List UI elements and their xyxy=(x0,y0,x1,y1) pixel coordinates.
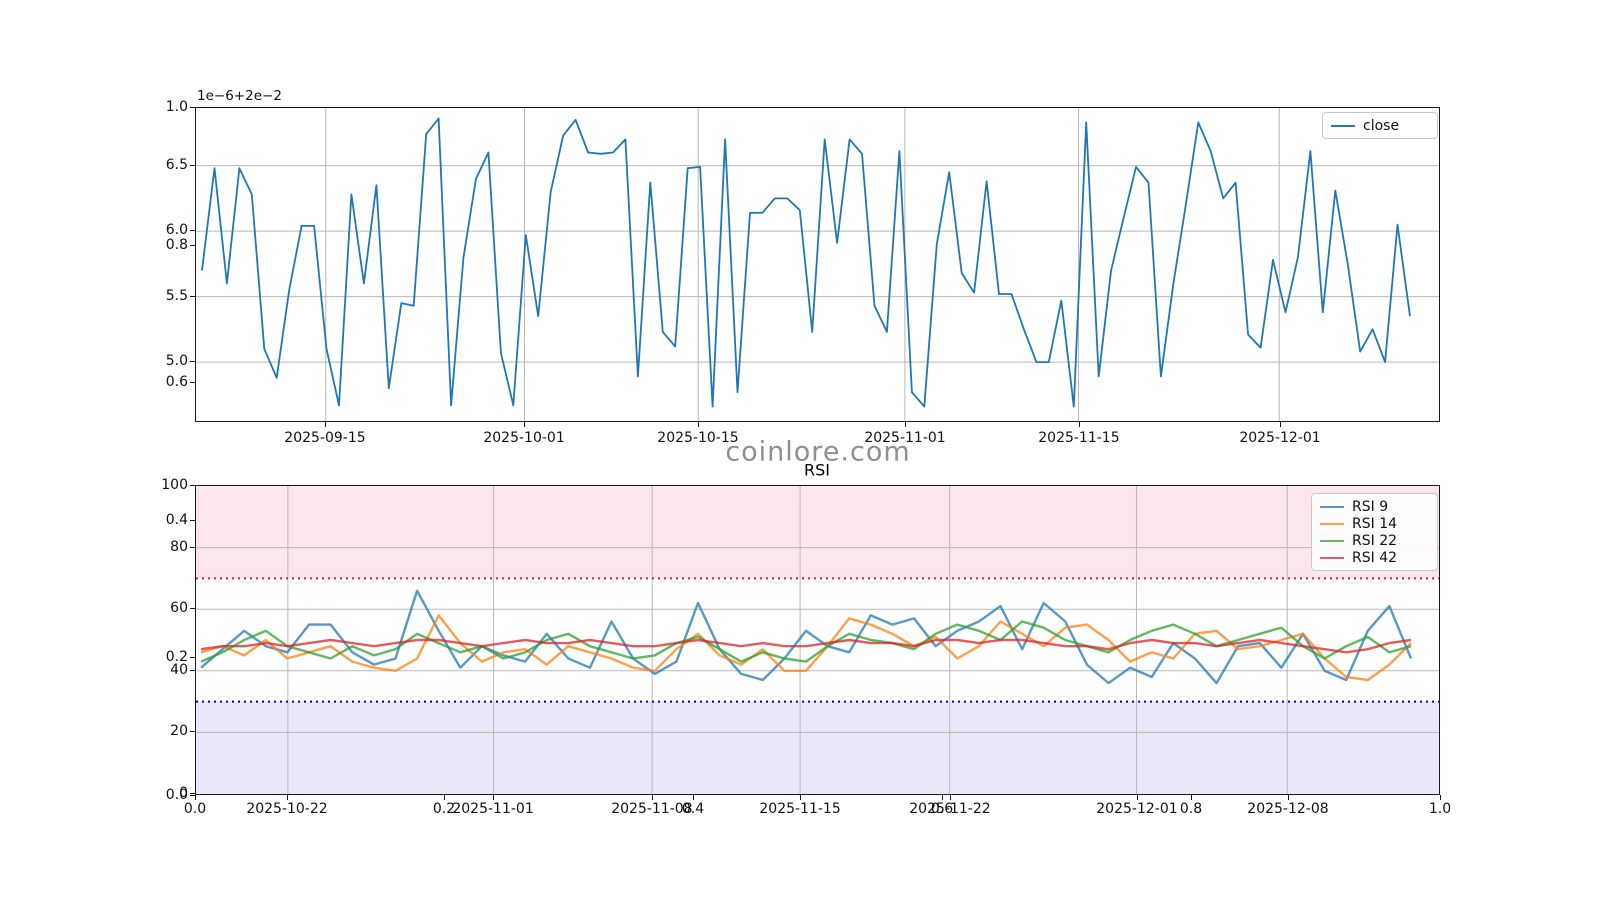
rsi-panel-title: RSI xyxy=(804,461,830,480)
x-tick-label-price: 2025-11-01 xyxy=(864,430,945,446)
x-tick-label-overlay: 0.6 xyxy=(931,801,953,817)
x-tick-mark-rsi xyxy=(800,795,801,800)
x-tick-label-rsi: 2025-11-01 xyxy=(452,801,533,817)
y-tick-mark-rsi xyxy=(190,608,195,609)
x-tick-mark-rsi xyxy=(493,795,494,800)
rsi-legend: RSI 9RSI 14RSI 22RSI 42 xyxy=(1311,493,1438,571)
y-tick-mark-rsi xyxy=(190,670,195,671)
y-tick-label-overlay: 0.8 xyxy=(142,237,188,253)
y-tick-mark-rsi xyxy=(190,547,195,548)
x-tick-mark-overlay xyxy=(693,795,694,800)
y-tick-label-rsi: 60 xyxy=(142,600,188,616)
y-tick-label-overlay: 1.0 xyxy=(142,99,188,115)
y-tick-label-rsi: 80 xyxy=(142,539,188,555)
y-tick-mark-overlay xyxy=(190,657,195,658)
y-tick-mark-rsi xyxy=(190,793,195,794)
y-tick-label-rsi: 20 xyxy=(142,723,188,739)
rsi-lines-plot xyxy=(196,486,1439,794)
x-tick-label-overlay: 0.4 xyxy=(682,801,704,817)
legend-line-swatch xyxy=(1331,125,1355,127)
legend-item: RSI 14 xyxy=(1320,515,1429,532)
legend-line-swatch xyxy=(1320,523,1344,525)
legend-label: RSI 22 xyxy=(1352,533,1397,549)
x-tick-label-price: 2025-11-15 xyxy=(1038,430,1119,446)
y-tick-mark-overlay xyxy=(190,107,195,108)
x-tick-mark-rsi xyxy=(1288,795,1289,800)
y-tick-mark-price xyxy=(190,296,195,297)
legend-label: close xyxy=(1363,118,1399,134)
y-tick-mark-price xyxy=(190,165,195,166)
y-tick-mark-overlay xyxy=(190,520,195,521)
y-tick-label-overlay: 0.0 xyxy=(142,787,188,803)
x-tick-label-overlay: 0.0 xyxy=(184,801,206,817)
x-tick-mark-rsi xyxy=(1137,795,1138,800)
x-tick-mark-rsi xyxy=(287,795,288,800)
close-line-plot xyxy=(196,108,1439,421)
y-tick-label-price: 6.5 xyxy=(142,157,188,173)
x-tick-mark-overlay xyxy=(1440,795,1441,800)
x-tick-mark-overlay xyxy=(444,795,445,800)
legend-label: RSI 14 xyxy=(1352,516,1397,532)
x-tick-label-rsi: 2025-11-15 xyxy=(759,801,840,817)
chart-figure: 1e−6+2e−2 coinlore.com RSI 2025-09-15202… xyxy=(0,0,1600,900)
legend-item: RSI 42 xyxy=(1320,549,1429,566)
x-tick-label-price: 2025-10-15 xyxy=(657,430,738,446)
x-tick-label-rsi: 2025-12-01 xyxy=(1096,801,1177,817)
x-tick-label-price: 2025-09-15 xyxy=(284,430,365,446)
y-tick-label-price: 5.0 xyxy=(142,353,188,369)
y-tick-label-rsi: 100 xyxy=(142,477,188,493)
rsi-chart-panel xyxy=(195,485,1440,795)
x-tick-label-overlay: 0.2 xyxy=(433,801,455,817)
y-tick-mark-rsi xyxy=(190,485,195,486)
x-tick-mark-price xyxy=(325,422,326,427)
x-tick-label-price: 2025-12-01 xyxy=(1239,430,1320,446)
legend-label: RSI 42 xyxy=(1352,550,1397,566)
x-tick-label-overlay: 0.8 xyxy=(1180,801,1202,817)
y-tick-label-overlay: 0.4 xyxy=(142,512,188,528)
legend-item: RSI 9 xyxy=(1320,498,1429,515)
x-tick-mark-price xyxy=(698,422,699,427)
y-tick-mark-price xyxy=(190,230,195,231)
y-tick-mark-overlay xyxy=(190,245,195,246)
y-tick-label-overlay: 0.6 xyxy=(142,374,188,390)
price-chart-panel xyxy=(195,107,1440,422)
x-tick-label-overlay: 1.0 xyxy=(1429,801,1451,817)
x-tick-mark-overlay xyxy=(942,795,943,800)
x-tick-label-rsi: 2025-11-08 xyxy=(611,801,692,817)
x-tick-mark-price xyxy=(905,422,906,427)
y-tick-label-price: 5.5 xyxy=(142,288,188,304)
legend-label: RSI 9 xyxy=(1352,499,1388,515)
legend-line-swatch xyxy=(1320,506,1344,508)
legend-line-swatch xyxy=(1320,540,1344,542)
legend-line-swatch xyxy=(1320,557,1344,559)
x-tick-mark-overlay xyxy=(1191,795,1192,800)
y-tick-label-overlay: 0.2 xyxy=(142,649,188,665)
x-tick-mark-price xyxy=(524,422,525,427)
x-tick-label-rsi: 2025-12-08 xyxy=(1247,801,1328,817)
close-legend: close xyxy=(1322,112,1438,139)
legend-item: close xyxy=(1331,117,1429,134)
x-tick-label-price: 2025-10-01 xyxy=(483,430,564,446)
x-tick-mark-rsi xyxy=(652,795,653,800)
x-tick-label-rsi: 2025-10-22 xyxy=(246,801,327,817)
legend-item: RSI 22 xyxy=(1320,532,1429,549)
x-tick-mark-price xyxy=(1280,422,1281,427)
x-tick-mark-price xyxy=(1079,422,1080,427)
y-tick-mark-price xyxy=(190,361,195,362)
y-tick-mark-rsi xyxy=(190,731,195,732)
x-tick-mark-overlay xyxy=(195,795,196,800)
y-axis-offset-label: 1e−6+2e−2 xyxy=(197,88,282,104)
y-tick-mark-overlay xyxy=(190,382,195,383)
y-tick-mark-overlay xyxy=(190,795,195,796)
x-tick-mark-rsi xyxy=(950,795,951,800)
